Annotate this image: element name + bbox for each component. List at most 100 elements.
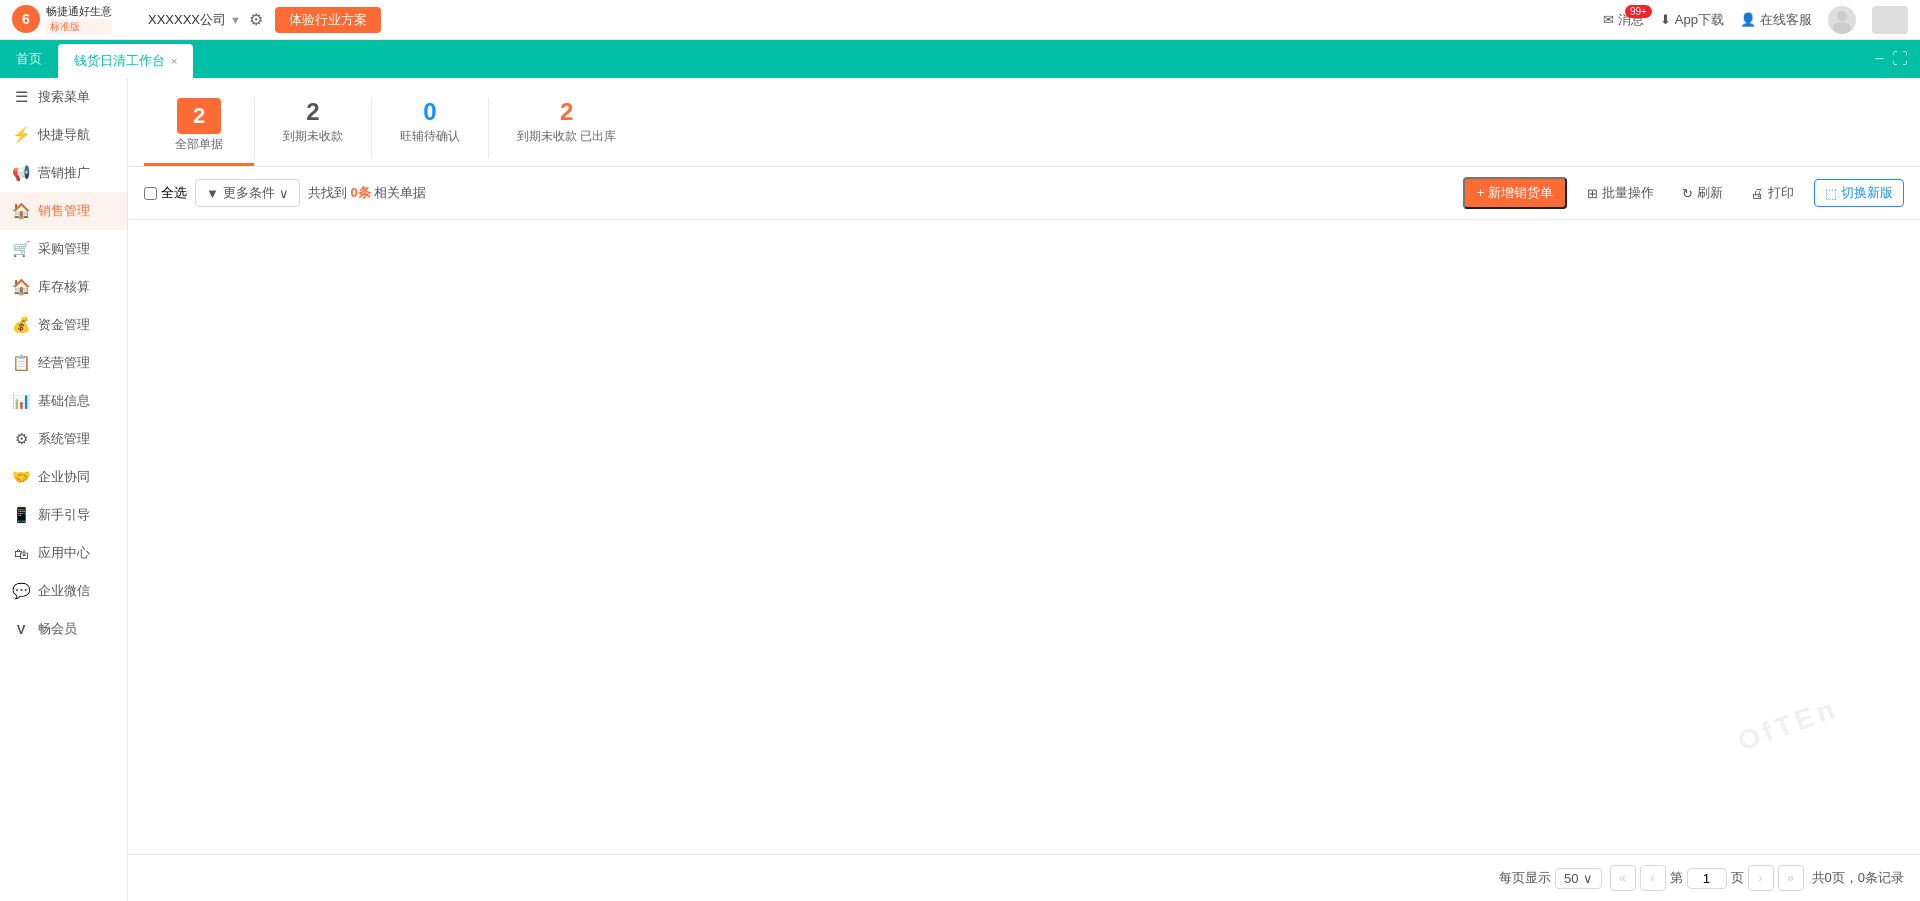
page-next-btn[interactable]: › xyxy=(1748,865,1774,891)
switch-version-btn[interactable]: ⬚ 切换新版 xyxy=(1814,179,1904,207)
sidebar-label-sales: 销售管理 xyxy=(38,202,90,220)
tab-maximize-icon[interactable]: ⛶ xyxy=(1892,50,1908,68)
page-size-caret: ∨ xyxy=(1583,871,1593,886)
sidebar-item-marketing[interactable]: 📢 营销推广 xyxy=(0,154,127,192)
member-icon: V xyxy=(12,622,30,637)
filter-caret: ∨ xyxy=(279,186,289,201)
summary-tabs: 2 全部单据 2 到期未收款 0 旺辅待确认 2 到期未收款 已出库 xyxy=(128,78,1920,167)
print-label: 打印 xyxy=(1768,184,1794,202)
tab-minimize-icon[interactable]: − xyxy=(1875,50,1884,68)
app-badge: 标准版 xyxy=(46,19,112,35)
sidebar-item-operations[interactable]: 📋 经营管理 xyxy=(0,344,127,382)
add-order-button[interactable]: + 新增销货单 xyxy=(1463,177,1567,209)
sales-icon: 🏠 xyxy=(12,202,30,220)
sidebar-label-inventory: 库存核算 xyxy=(38,278,90,296)
found-text: 共找到 0条 相关单据 xyxy=(308,184,426,202)
basics-icon: 📊 xyxy=(12,392,30,410)
app-download-label: App下载 xyxy=(1675,11,1724,29)
found-suffix: 相关单据 xyxy=(374,185,426,200)
sidebar-label-quick-nav: 快捷导航 xyxy=(38,126,90,144)
sidebar-item-app-center[interactable]: 🛍 应用中心 xyxy=(0,534,127,572)
sidebar-item-guide[interactable]: 📱 新手引导 xyxy=(0,496,127,534)
filter-button[interactable]: ▼ 更多条件 ∨ xyxy=(195,179,300,207)
summary-tab-shipped[interactable]: 2 到期未收款 已出库 xyxy=(489,90,644,166)
sidebar-item-quick-nav[interactable]: ⚡ 快捷导航 xyxy=(0,116,127,154)
overdue-label: 到期未收款 xyxy=(283,128,343,145)
sidebar-item-sales[interactable]: 🏠 销售管理 xyxy=(0,192,127,230)
trial-button[interactable]: 体验行业方案 xyxy=(275,7,381,33)
tab-workbench[interactable]: 钱货日清工作台 × xyxy=(58,44,193,78)
batch-label: 批量操作 xyxy=(1602,184,1654,202)
sidebar-item-purchase[interactable]: 🛒 采购管理 xyxy=(0,230,127,268)
toolbar-left: 全选 ▼ 更多条件 ∨ 共找到 0条 相关单据 xyxy=(144,179,1455,207)
avatar[interactable] xyxy=(1828,6,1856,34)
app-download-btn[interactable]: ⬇ App下载 xyxy=(1660,11,1724,29)
pagination: 每页显示 50 ∨ « ‹ 第 页 › » 共0页，0条记录 xyxy=(128,854,1920,901)
sidebar-label-purchase: 采购管理 xyxy=(38,240,90,258)
page-size-value[interactable]: 50 ∨ xyxy=(1555,868,1601,889)
sidebar-item-inventory[interactable]: 🏠 库存核算 xyxy=(0,268,127,306)
select-all-area[interactable]: 全选 xyxy=(144,184,187,202)
message-badge: 99+ xyxy=(1625,5,1652,18)
main-layout: ☰ 搜索菜单 ⚡ 快捷导航 📢 营销推广 🏠 销售管理 🛒 采购管理 🏠 库存核… xyxy=(0,78,1920,901)
sidebar-item-cooperation[interactable]: 🤝 企业协同 xyxy=(0,458,127,496)
sidebar-item-basics[interactable]: 📊 基础信息 xyxy=(0,382,127,420)
overdue-count: 2 xyxy=(306,98,319,126)
logo-area: 6 畅捷通好生意 标准版 xyxy=(12,4,140,34)
summary-tab-all[interactable]: 2 全部单据 xyxy=(144,90,254,166)
page-size-num: 50 xyxy=(1564,871,1578,886)
pending-count: 0 xyxy=(423,98,436,126)
page-last-btn[interactable]: » xyxy=(1778,865,1804,891)
page-input[interactable] xyxy=(1687,868,1727,889)
found-prefix: 共找到 xyxy=(308,185,347,200)
print-btn[interactable]: 🖨 打印 xyxy=(1743,180,1802,206)
sidebar-item-wechat[interactable]: 💬 企业微信 xyxy=(0,572,127,610)
filter-icon: ▼ xyxy=(206,186,219,201)
service-icon: 👤 xyxy=(1740,12,1756,27)
svg-point-1 xyxy=(1833,22,1851,34)
company-selector[interactable]: XXXXXX公司 ▼ xyxy=(148,11,241,29)
app-center-icon: 🛍 xyxy=(12,545,30,562)
pending-label: 旺辅待确认 xyxy=(400,128,460,145)
sidebar-label-cooperation: 企业协同 xyxy=(38,468,90,486)
summary-tab-pending[interactable]: 0 旺辅待确认 xyxy=(372,90,488,166)
content-area xyxy=(128,220,1920,854)
tab-home-label: 首页 xyxy=(16,50,42,68)
select-all-label: 全选 xyxy=(161,184,187,202)
batch-operation-btn[interactable]: ⊞ 批量操作 xyxy=(1579,180,1662,206)
quick-nav-icon: ⚡ xyxy=(12,126,30,144)
tab-workbench-label: 钱货日清工作台 xyxy=(74,52,165,70)
sidebar-label-system: 系统管理 xyxy=(38,430,90,448)
page-first-btn[interactable]: « xyxy=(1610,865,1636,891)
refresh-btn[interactable]: ↻ 刷新 xyxy=(1674,180,1731,206)
page-prev-btn[interactable]: ‹ xyxy=(1640,865,1666,891)
purchase-icon: 🛒 xyxy=(12,240,30,258)
sidebar-label-basics: 基础信息 xyxy=(38,392,90,410)
shipped-label: 到期未收款 已出库 xyxy=(517,128,616,145)
sidebar-label-operations: 经营管理 xyxy=(38,354,90,372)
online-service-btn[interactable]: 👤 在线客服 xyxy=(1740,11,1812,29)
sidebar-item-system[interactable]: ⚙ 系统管理 xyxy=(0,420,127,458)
sidebar-item-member[interactable]: V 畅会员 xyxy=(0,610,127,648)
summary-tab-overdue[interactable]: 2 到期未收款 xyxy=(255,90,371,166)
select-all-checkbox[interactable] xyxy=(144,187,157,200)
settings-icon[interactable]: ⚙ xyxy=(249,10,263,29)
switch-label: 切换新版 xyxy=(1841,184,1893,202)
page-navigation: « ‹ 第 页 › » xyxy=(1610,865,1804,891)
pagination-summary: 共0页，0条记录 xyxy=(1812,869,1904,887)
toolbar: 全选 ▼ 更多条件 ∨ 共找到 0条 相关单据 + 新增销货单 ⊞ 批量操作 xyxy=(128,167,1920,220)
sidebar-item-finance[interactable]: 💰 资金管理 xyxy=(0,306,127,344)
page-label-pre: 第 xyxy=(1670,869,1683,887)
online-service-label: 在线客服 xyxy=(1760,11,1812,29)
shipped-count: 2 xyxy=(560,98,573,126)
tab-home[interactable]: 首页 xyxy=(0,40,58,78)
top-right-area: ✉ 消息 99+ ⬇ App下载 👤 在线客服 xyxy=(1603,6,1908,34)
user-extra xyxy=(1872,6,1908,34)
tab-close-icon[interactable]: × xyxy=(171,55,177,67)
message-btn[interactable]: ✉ 消息 99+ xyxy=(1603,11,1644,29)
sidebar: ☰ 搜索菜单 ⚡ 快捷导航 📢 营销推广 🏠 销售管理 🛒 采购管理 🏠 库存核… xyxy=(0,78,128,901)
sidebar-item-search-menu[interactable]: ☰ 搜索菜单 xyxy=(0,78,127,116)
message-icon: ✉ xyxy=(1603,12,1614,27)
guide-icon: 📱 xyxy=(12,506,30,524)
per-page-label: 每页显示 xyxy=(1499,869,1551,887)
